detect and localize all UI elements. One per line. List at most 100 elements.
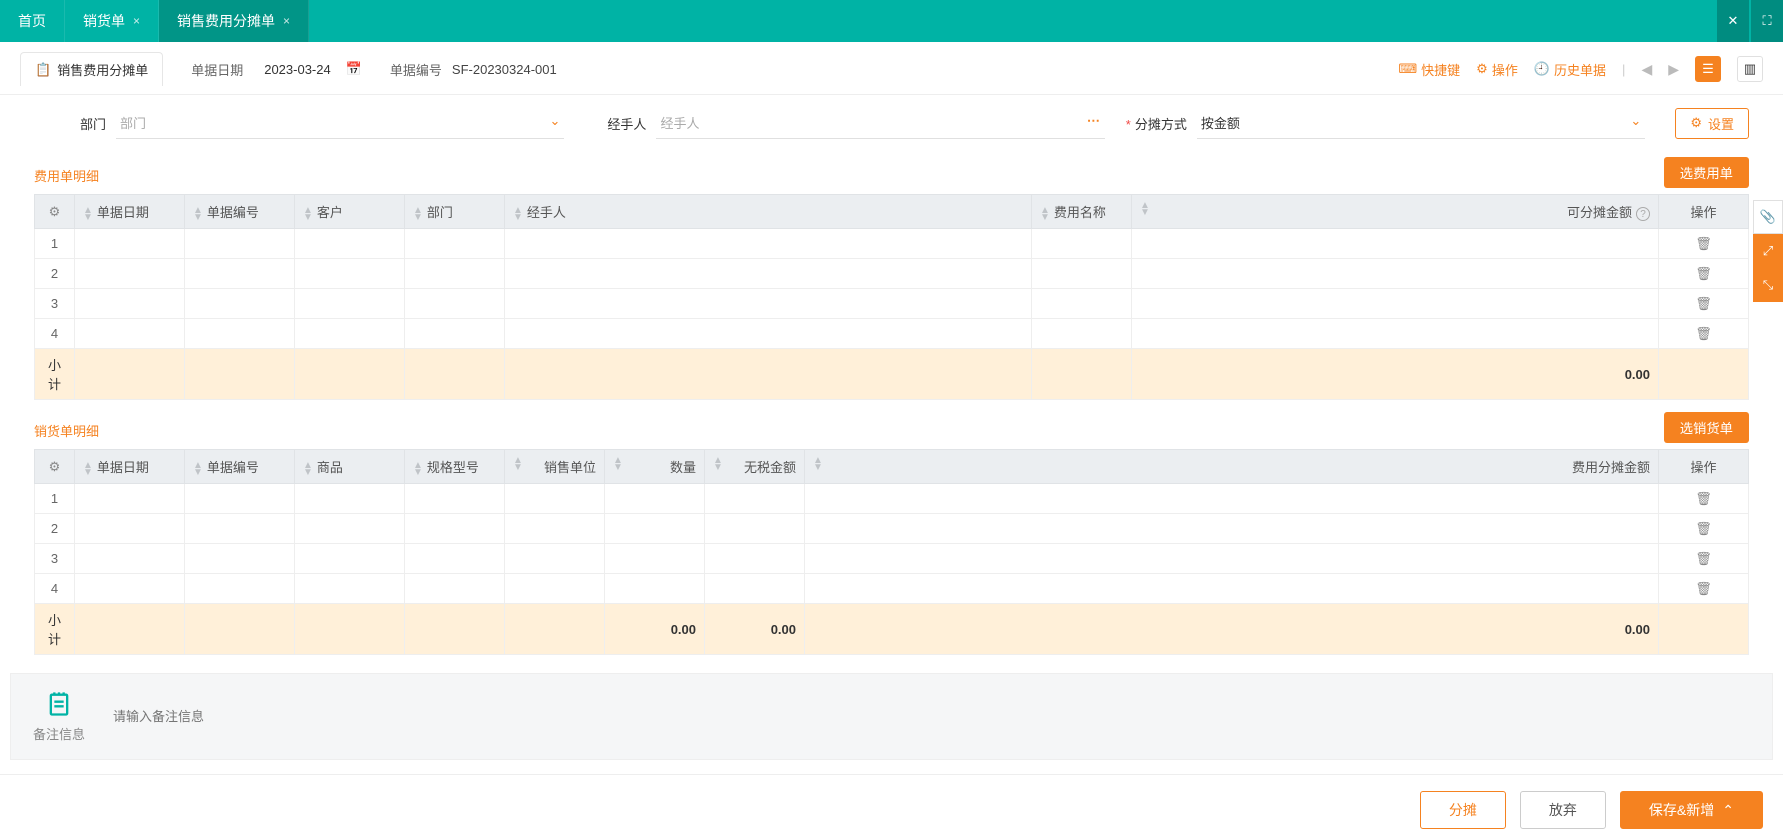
- delete-row-icon[interactable]: 🗑: [1695, 521, 1712, 536]
- col-fee-name[interactable]: ▲▼费用名称: [1032, 195, 1132, 229]
- col-dept[interactable]: ▲▼部门: [405, 195, 505, 229]
- table-gear-icon[interactable]: ⚙: [35, 450, 75, 484]
- col-customer[interactable]: ▲▼客户: [295, 195, 405, 229]
- table-row[interactable]: 4🗑: [35, 319, 1749, 349]
- attachment-icon[interactable]: 📎: [1753, 200, 1783, 234]
- document-type-tab[interactable]: 📋 销售费用分摊单: [20, 52, 163, 86]
- sort-icon: ▲▼: [513, 457, 523, 471]
- sort-icon: ▲▼: [83, 462, 93, 476]
- sales-table: ⚙ ▲▼单据日期 ▲▼单据编号 ▲▼商品 ▲▼规格型号 ▲▼销售单位 ▲▼数量 …: [34, 449, 1749, 655]
- expand-alt-icon[interactable]: ⤡: [1753, 268, 1783, 302]
- delete-row-icon[interactable]: 🗑: [1695, 236, 1712, 251]
- tab-sales-order[interactable]: 销货单×: [65, 0, 159, 42]
- table-row[interactable]: 3🗑: [35, 544, 1749, 574]
- sort-icon: ▲▼: [813, 457, 823, 471]
- subtotal-label: 小计: [35, 349, 75, 400]
- dept-select[interactable]: 部门 ⌄: [116, 107, 564, 139]
- operate-button[interactable]: ⚙操作: [1476, 60, 1518, 79]
- help-icon[interactable]: ?: [1636, 207, 1650, 221]
- next-record-icon[interactable]: ▶: [1668, 61, 1679, 78]
- history-button[interactable]: 🕘历史单据: [1534, 60, 1606, 79]
- window-close-icon[interactable]: ✕: [1717, 0, 1749, 42]
- select-expense-button[interactable]: 选费用单: [1664, 157, 1749, 188]
- date-value[interactable]: 2023-03-24: [253, 56, 342, 83]
- document-type-label: 销售费用分摊单: [57, 60, 148, 79]
- shortcut-button[interactable]: ⌨快捷键: [1398, 60, 1460, 79]
- delete-row-icon[interactable]: 🗑: [1695, 551, 1712, 566]
- col-ops: 操作: [1659, 195, 1749, 229]
- table-row[interactable]: 2🗑: [35, 514, 1749, 544]
- table-row[interactable]: 2🗑: [35, 259, 1749, 289]
- chevron-down-icon: ⌄: [550, 113, 561, 129]
- discard-button[interactable]: 放弃: [1520, 791, 1606, 829]
- gear-icon: ⚙: [1690, 115, 1702, 131]
- delete-row-icon[interactable]: 🗑: [1695, 491, 1712, 506]
- handler-select[interactable]: 经手人 ⋯: [656, 107, 1104, 139]
- method-select[interactable]: 按金额 ⌄: [1197, 107, 1645, 139]
- sort-icon: ▲▼: [193, 207, 203, 221]
- table-row[interactable]: 1🗑: [35, 484, 1749, 514]
- view-list-icon[interactable]: ☰: [1695, 56, 1721, 82]
- view-card-icon[interactable]: ▥: [1737, 56, 1763, 82]
- sort-icon: ▲▼: [413, 462, 423, 476]
- table-row[interactable]: 1🗑: [35, 229, 1749, 259]
- table-row[interactable]: 4🗑: [35, 574, 1749, 604]
- sales-section-title: 销货单明细: [34, 421, 99, 440]
- side-rail: 📎 ⤢ ⤡: [1753, 200, 1783, 302]
- sort-icon: ▲▼: [1040, 207, 1050, 221]
- col-date[interactable]: ▲▼单据日期: [75, 195, 185, 229]
- col-no[interactable]: ▲▼单据编号: [185, 195, 295, 229]
- close-icon[interactable]: ×: [283, 14, 290, 28]
- setting-button[interactable]: ⚙ 设置: [1675, 108, 1749, 139]
- sort-icon: ▲▼: [713, 457, 723, 471]
- col-notax[interactable]: ▲▼无税金额: [705, 450, 805, 484]
- subtotal-notax: 0.00: [705, 604, 805, 655]
- expand-icon[interactable]: ⤢: [1753, 234, 1783, 268]
- delete-row-icon[interactable]: 🗑: [1695, 581, 1712, 596]
- window-fullscreen-icon[interactable]: ⛶: [1751, 0, 1783, 42]
- delete-row-icon[interactable]: 🗑: [1695, 326, 1712, 341]
- table-gear-icon[interactable]: ⚙: [35, 195, 75, 229]
- operate-icon: ⚙: [1476, 61, 1488, 77]
- save-new-button[interactable]: 保存&新增⌃: [1620, 791, 1763, 829]
- sort-icon: ▲▼: [513, 207, 523, 221]
- prev-record-icon[interactable]: ◀: [1641, 61, 1652, 78]
- document-icon: 📋: [35, 62, 51, 78]
- col-unit[interactable]: ▲▼销售单位: [505, 450, 605, 484]
- dept-label: 部门: [34, 114, 106, 133]
- sort-icon: ▲▼: [613, 457, 623, 471]
- expense-table: ⚙ ▲▼单据日期 ▲▼单据编号 ▲▼客户 ▲▼部门 ▲▼经手人 ▲▼费用名称 ▲…: [34, 194, 1749, 400]
- table-row[interactable]: 3🗑: [35, 289, 1749, 319]
- history-icon: 🕘: [1534, 61, 1550, 77]
- col-date[interactable]: ▲▼单据日期: [75, 450, 185, 484]
- delete-row-icon[interactable]: 🗑: [1695, 266, 1712, 281]
- col-alloc-amount[interactable]: ▲▼可分摊金额?: [1132, 195, 1659, 229]
- col-goods[interactable]: ▲▼商品: [295, 450, 405, 484]
- filter-row: 部门 部门 ⌄ 经手人 经手人 ⋯ *分摊方式 按金额 ⌄ ⚙ 设置: [0, 95, 1783, 145]
- col-handler[interactable]: ▲▼经手人: [505, 195, 1032, 229]
- notes-input[interactable]: [113, 690, 1750, 743]
- notes-label: 备注信息: [33, 724, 85, 743]
- col-fee-alloc[interactable]: ▲▼费用分摊金额: [805, 450, 1659, 484]
- sort-icon: ▲▼: [193, 462, 203, 476]
- tab-home[interactable]: 首页: [0, 0, 65, 42]
- col-spec[interactable]: ▲▼规格型号: [405, 450, 505, 484]
- expense-section-title: 费用单明细: [34, 166, 99, 185]
- chevron-down-icon: ⌄: [1630, 113, 1641, 129]
- docno-label: 单据编号: [390, 60, 442, 79]
- tab-expense-alloc[interactable]: 销售费用分摊单×: [159, 0, 309, 42]
- sort-icon: ▲▼: [303, 462, 313, 476]
- select-sales-button[interactable]: 选销货单: [1664, 412, 1749, 443]
- close-icon[interactable]: ×: [133, 14, 140, 28]
- footer-bar: 分摊 放弃 保存&新增⌃: [0, 774, 1783, 837]
- alloc-button[interactable]: 分摊: [1420, 791, 1506, 829]
- calendar-icon[interactable]: 📅: [346, 61, 362, 77]
- handler-label: 经手人: [574, 114, 646, 133]
- date-label: 单据日期: [191, 60, 243, 79]
- shortcut-icon: ⌨: [1398, 61, 1417, 77]
- sort-icon: ▲▼: [1140, 202, 1150, 216]
- notes-area: 备注信息: [10, 673, 1773, 760]
- col-qty[interactable]: ▲▼数量: [605, 450, 705, 484]
- col-no[interactable]: ▲▼单据编号: [185, 450, 295, 484]
- delete-row-icon[interactable]: 🗑: [1695, 296, 1712, 311]
